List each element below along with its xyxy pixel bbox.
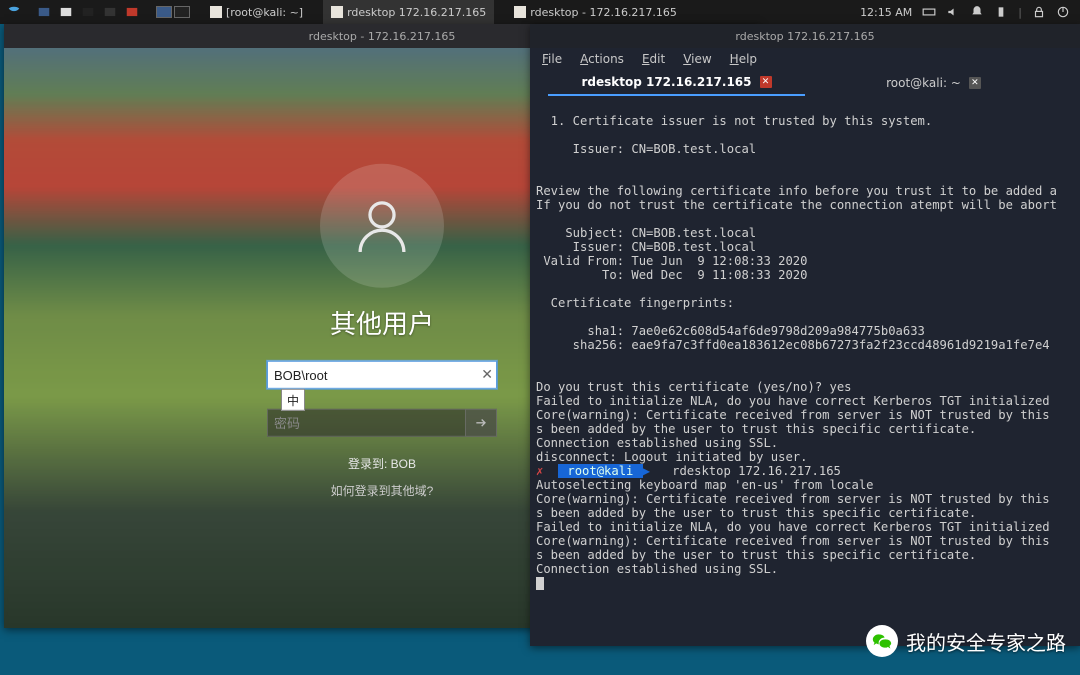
- taskbar-item-rdesktop-b[interactable]: rdesktop - 172.16.217.165: [506, 0, 685, 24]
- close-tab-icon[interactable]: ✕: [969, 77, 981, 89]
- files-icon[interactable]: [34, 2, 54, 22]
- wechat-icon: [866, 625, 898, 657]
- power-icon[interactable]: [1056, 5, 1070, 19]
- username-row: ✕ 中: [267, 361, 497, 389]
- sign-in-domain: 登录到: BOB: [348, 455, 416, 472]
- terminal-text-top: 1. Certificate issuer is not trusted by …: [536, 114, 1057, 464]
- password-input[interactable]: [267, 409, 465, 437]
- menu-file[interactable]: File: [542, 52, 562, 66]
- ime-indicator[interactable]: 中: [281, 389, 305, 411]
- top-panel: [root@kali: ~] rdesktop 172.16.217.165 r…: [0, 0, 1080, 24]
- clear-username-icon[interactable]: ✕: [481, 367, 493, 383]
- app-menu-icon[interactable]: [4, 2, 24, 22]
- tab-label: root@kali: ~: [886, 76, 961, 90]
- task-label: rdesktop 172.16.217.165: [347, 6, 486, 19]
- menu-actions[interactable]: Actions: [580, 52, 624, 66]
- window-titlebar[interactable]: rdesktop 172.16.217.165: [530, 24, 1080, 48]
- tab-rdesktop[interactable]: rdesktop 172.16.217.165 ✕: [548, 70, 805, 96]
- keyboard-icon[interactable]: [922, 5, 936, 19]
- folder-icon[interactable]: [56, 2, 76, 22]
- terminal-tabs: rdesktop 172.16.217.165 ✕ root@kali: ~ ✕: [530, 70, 1080, 96]
- terminal-menubar: File Actions Edit View Help: [530, 48, 1080, 70]
- window-title: rdesktop - 172.16.217.165: [309, 30, 456, 43]
- terminal-text-bottom: Autoselecting keyboard map 'en-us' from …: [536, 478, 1057, 576]
- window-icon: [210, 6, 222, 18]
- watermark-text: 我的安全专家之路: [906, 627, 1066, 656]
- terminal-window: rdesktop 172.16.217.165 File Actions Edi…: [530, 24, 1080, 646]
- taskbar-item-root[interactable]: [root@kali: ~]: [202, 0, 311, 24]
- window-icon: [331, 6, 343, 18]
- battery-icon[interactable]: [994, 5, 1008, 19]
- notification-icon[interactable]: [970, 5, 984, 19]
- task-label: [root@kali: ~]: [226, 6, 303, 19]
- menu-edit[interactable]: Edit: [642, 52, 665, 66]
- terminal-output[interactable]: 1. Certificate issuer is not trusted by …: [530, 96, 1080, 646]
- terminal-icon[interactable]: [78, 2, 98, 22]
- lock-icon[interactable]: [1032, 5, 1046, 19]
- user-avatar-icon: [320, 164, 444, 288]
- other-user-label: 其他用户: [330, 304, 434, 341]
- desktop: rdesktop - 172.16.217.165 其他用户 ✕ 中: [0, 24, 1080, 675]
- window-icon: [514, 6, 526, 18]
- browser-icon[interactable]: [100, 2, 120, 22]
- watermark: 我的安全专家之路: [866, 625, 1066, 657]
- workspace-2[interactable]: [174, 6, 190, 18]
- workspace-1[interactable]: [156, 6, 172, 18]
- submit-button[interactable]: [465, 409, 497, 437]
- window-title: rdesktop 172.16.217.165: [735, 30, 874, 43]
- task-label: rdesktop - 172.16.217.165: [530, 6, 677, 19]
- terminal-cursor: [536, 577, 544, 590]
- username-input[interactable]: [267, 361, 497, 389]
- menu-help[interactable]: Help: [730, 52, 757, 66]
- menu-view[interactable]: View: [683, 52, 711, 66]
- other-domain-help-link[interactable]: 如何登录到其他域?: [331, 482, 434, 499]
- volume-icon[interactable]: [946, 5, 960, 19]
- taskbar-item-rdesktop-a[interactable]: rdesktop 172.16.217.165: [323, 0, 494, 24]
- metasploit-icon[interactable]: [122, 2, 142, 22]
- clock[interactable]: 12:15 AM: [860, 6, 912, 19]
- close-tab-icon[interactable]: ✕: [760, 76, 772, 88]
- tab-root[interactable]: root@kali: ~ ✕: [805, 70, 1062, 96]
- password-row: [267, 409, 497, 437]
- tab-label: rdesktop 172.16.217.165: [581, 75, 751, 89]
- arrow-right-icon: [473, 415, 489, 431]
